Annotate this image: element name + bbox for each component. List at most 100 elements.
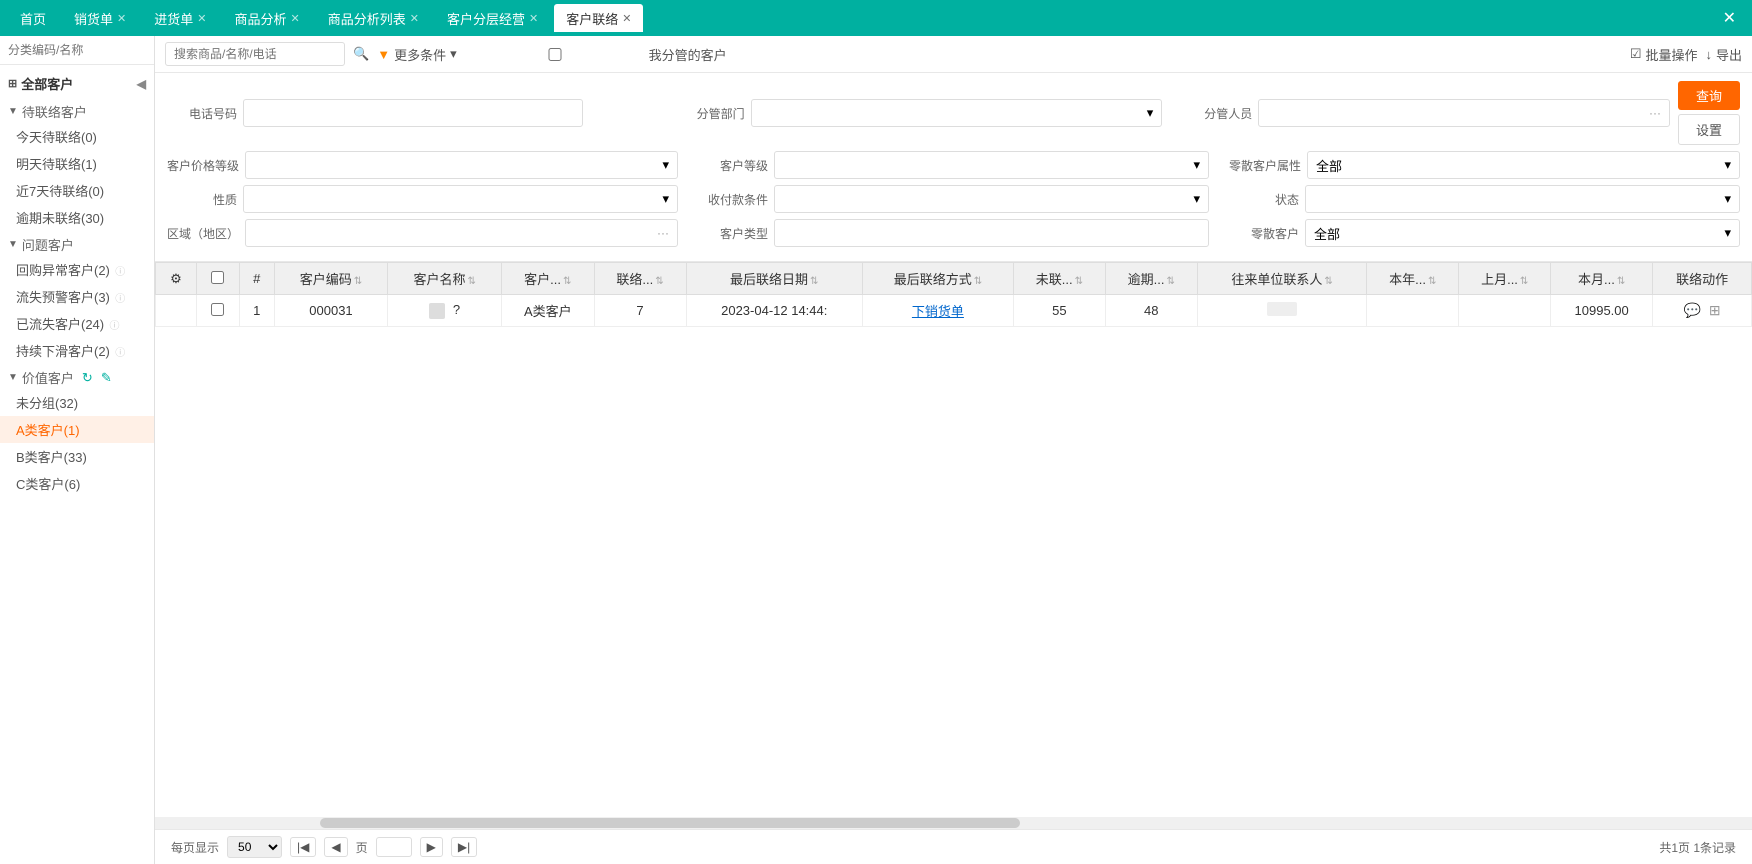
close-tab-2[interactable]: ✕ — [291, 12, 300, 25]
checkbox-column-header[interactable] — [197, 263, 240, 295]
sidebar-item-declining[interactable]: 持续下滑客户(2) ⓘ — [0, 337, 154, 364]
my-customers-checkbox[interactable]: 我分管的客户 — [465, 45, 727, 64]
group-problem-customers[interactable]: ▼ 问题客户 — [0, 231, 154, 256]
my-customers-check[interactable] — [465, 48, 645, 61]
close-tab-5[interactable]: ✕ — [622, 12, 631, 25]
row-type: A类客户 — [501, 295, 594, 327]
close-tab-1[interactable]: ✕ — [197, 12, 206, 25]
close-tab-0[interactable]: ✕ — [117, 12, 126, 25]
more-conditions-btn[interactable]: ▼ 更多条件 ▾ — [377, 45, 456, 64]
phone-input[interactable] — [243, 99, 583, 127]
page-number-input[interactable]: 1 — [376, 837, 412, 857]
retail-customer-select[interactable]: 全部 ▾ — [1305, 219, 1740, 247]
col-this-month[interactable]: 本月...⇅ — [1551, 263, 1653, 295]
sidebar-item-churn-warning[interactable]: 流失预警客户(3) ⓘ — [0, 283, 154, 310]
first-page-btn[interactable]: |◀ — [290, 837, 316, 857]
nature-select[interactable]: ▾ — [243, 185, 678, 213]
nav-tab-0[interactable]: 销货单 ✕ — [62, 4, 138, 32]
per-page-select[interactable]: 50 100 200 — [227, 836, 282, 858]
sidebar-item-7days[interactable]: 近7天待联络(0) — [0, 177, 154, 204]
nav-tab-2[interactable]: 商品分析 ✕ — [222, 4, 311, 32]
sidebar-item-class-a[interactable]: A类客户(1) — [0, 416, 154, 443]
col-overdue[interactable]: 逾期...⇅ — [1105, 263, 1197, 295]
col-type[interactable]: 客户...⇅ — [501, 263, 594, 295]
close-tab-3[interactable]: ✕ — [410, 12, 419, 25]
filter-status: 状态 ▾ — [1229, 185, 1740, 213]
collapse-button[interactable]: ◀ — [137, 77, 146, 91]
sidebar-item-ungrouped[interactable]: 未分组(32) — [0, 389, 154, 416]
sidebar-item-churned[interactable]: 已流失客户(24) ⓘ — [0, 310, 154, 337]
prev-page-btn[interactable]: ◀ — [324, 837, 347, 857]
info-icon: ⓘ — [115, 348, 125, 359]
row-last-date: 2023-04-12 14:44: — [686, 295, 862, 327]
link-action-icon[interactable]: ⊞ — [1709, 302, 1721, 319]
customer-grade-chevron-icon: ▾ — [1193, 157, 1200, 173]
search-input[interactable] — [165, 42, 345, 66]
manager-label: 分管人员 — [1182, 105, 1252, 122]
col-last-date[interactable]: 最后联络日期⇅ — [686, 263, 862, 295]
customer-type-select[interactable] — [774, 219, 1209, 247]
row-last-method[interactable]: 下销货单 — [862, 295, 1013, 327]
window-close-button[interactable]: ✕ — [1715, 8, 1744, 28]
sidebar-item-abnormal[interactable]: 回购异常客户(2) ⓘ — [0, 256, 154, 283]
nature-chevron-icon: ▾ — [662, 191, 669, 207]
sidebar-item-tomorrow[interactable]: 明天待联络(1) — [0, 150, 154, 177]
next-page-btn[interactable]: ▶ — [420, 837, 443, 857]
col-contact[interactable]: 联络...⇅ — [594, 263, 686, 295]
batch-op-btn[interactable]: ☑ 批量操作 — [1630, 45, 1698, 64]
close-tab-4[interactable]: ✕ — [529, 12, 538, 25]
col-last-month[interactable]: 上月...⇅ — [1459, 263, 1551, 295]
col-no-contact[interactable]: 未联...⇅ — [1013, 263, 1105, 295]
nav-tab-1[interactable]: 进货单 ✕ — [142, 4, 218, 32]
batch-op-icon: ☑ — [1630, 46, 1642, 62]
price-grade-select[interactable]: ▾ — [245, 151, 678, 179]
retail-attr-select[interactable]: 全部 ▾ — [1307, 151, 1740, 179]
col-unit-contact[interactable]: 往来单位联系人⇅ — [1197, 263, 1367, 295]
filter-row-2: 客户价格等级 ▾ 客户等级 ▾ 零散客户属性 — [167, 151, 1740, 179]
area-input[interactable]: ··· — [245, 219, 678, 247]
nav-tab-3[interactable]: 商品分析列表 ✕ — [316, 4, 431, 32]
settings-column-header[interactable]: ⚙ — [156, 263, 197, 295]
customer-grade-select[interactable]: ▾ — [774, 151, 1209, 179]
select-all-checkbox[interactable] — [211, 271, 224, 284]
sidebar-item-class-b[interactable]: B类客户(33) — [0, 443, 154, 470]
nav-tab-5[interactable]: 客户联络 ✕ — [554, 4, 643, 32]
col-last-method[interactable]: 最后联络方式⇅ — [862, 263, 1013, 295]
sidebar-search-input[interactable] — [8, 43, 155, 57]
info-icon: ⓘ — [115, 267, 125, 278]
settings-button[interactable]: 设置 — [1678, 114, 1740, 145]
refresh-icon[interactable]: ↻ — [82, 370, 93, 386]
filter-customer-type: 客户类型 — [698, 219, 1209, 247]
manager-input[interactable]: ··· — [1258, 99, 1670, 127]
edit-icon[interactable]: ✎ — [101, 370, 112, 386]
col-name[interactable]: 客户名称⇅ — [388, 263, 502, 295]
sidebar-item-overdue[interactable]: 逾期未联络(30) — [0, 204, 154, 231]
dept-select[interactable]: ▾ — [751, 99, 1163, 127]
row-checkbox[interactable] — [197, 295, 240, 327]
query-button[interactable]: 查询 — [1678, 81, 1740, 110]
horizontal-scrollbar[interactable] — [155, 817, 1752, 829]
filter-panel: 电话号码 分管部门 ▾ 分管人员 ··· 查询 — [155, 73, 1752, 262]
row-code[interactable]: 000031 — [274, 295, 388, 327]
payment-select[interactable]: ▾ — [774, 185, 1209, 213]
group-pending-contact[interactable]: ▼ 待联络客户 — [0, 98, 154, 123]
col-year-amount[interactable]: 本年...⇅ — [1367, 263, 1459, 295]
group-value-customers[interactable]: ▼ 价值客户 ↻ ✎ — [0, 364, 154, 389]
last-page-btn[interactable]: ▶| — [451, 837, 477, 857]
export-btn[interactable]: ↓ 导出 — [1705, 45, 1742, 64]
arrow-icon: ▼ — [8, 106, 18, 117]
sidebar-item-class-c[interactable]: C类客户(6) — [0, 470, 154, 497]
sidebar-item-today[interactable]: 今天待联络(0) — [0, 123, 154, 150]
nav-home[interactable]: 首页 — [8, 5, 58, 32]
row-select-checkbox[interactable] — [211, 303, 224, 316]
scrollbar-thumb[interactable] — [320, 818, 1020, 828]
chat-action-icon[interactable]: 💬 — [1683, 302, 1700, 319]
customer-name-text: ? — [453, 302, 460, 317]
col-code[interactable]: 客户编码⇅ — [274, 263, 388, 295]
all-customers-header[interactable]: ⊞ 全部客户 ◀ — [0, 69, 154, 98]
row-overdue: 48 — [1105, 295, 1197, 327]
info-icon: ⓘ — [109, 321, 119, 332]
nav-tab-4[interactable]: 客户分层经营 ✕ — [435, 4, 550, 32]
toolbar-search-icon[interactable]: 🔍 — [353, 46, 369, 62]
status-select[interactable]: ▾ — [1305, 185, 1740, 213]
